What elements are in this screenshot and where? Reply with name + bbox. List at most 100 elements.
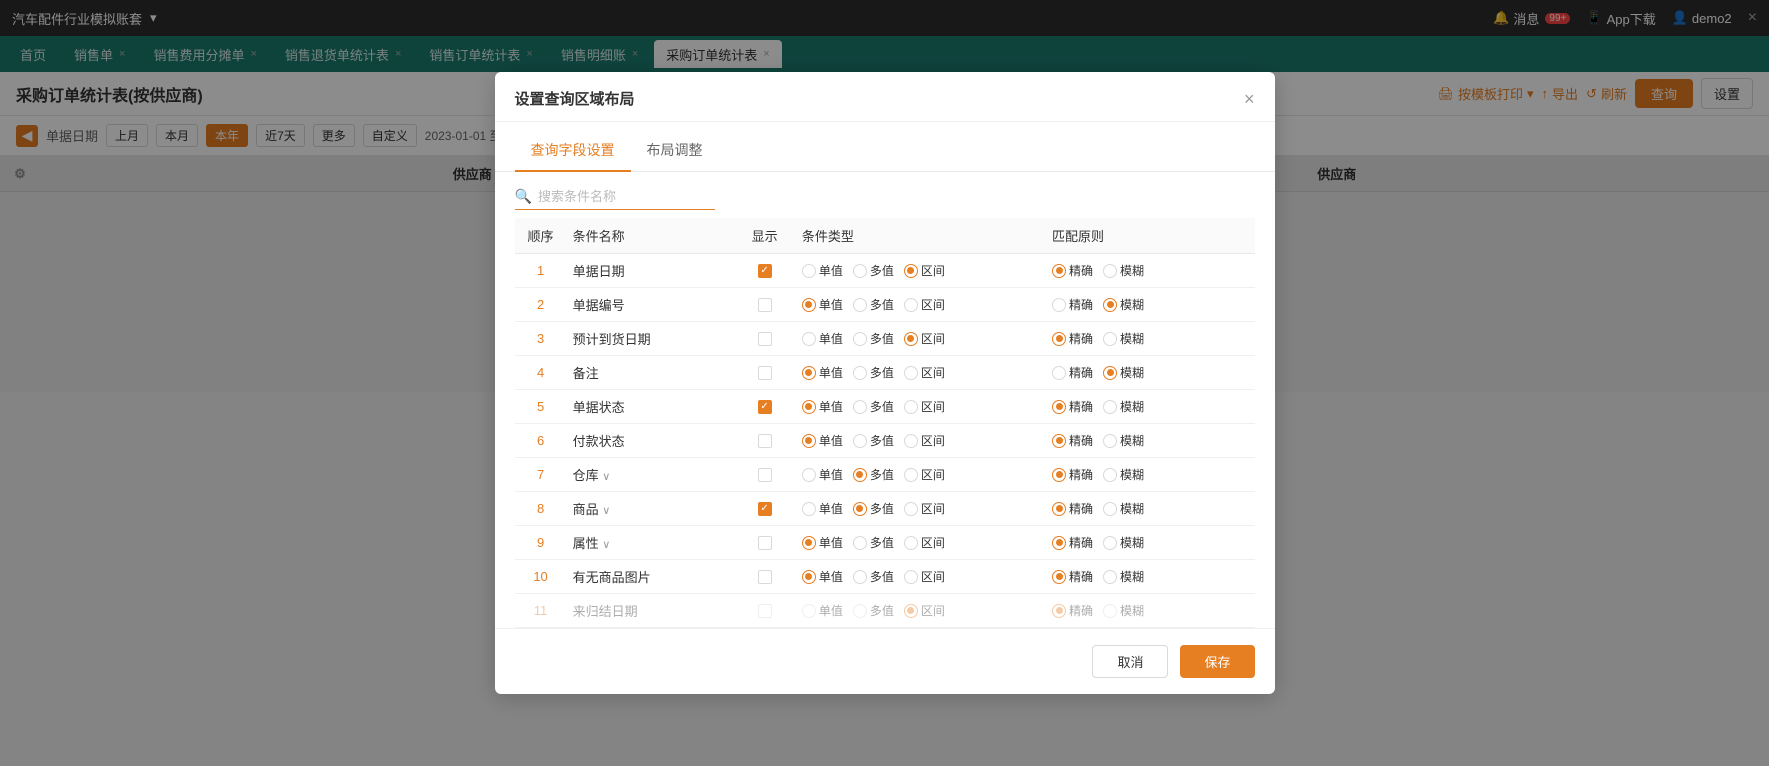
display-checkbox[interactable] <box>739 468 790 482</box>
match-rule-radio-精确[interactable]: 精确 <box>1052 398 1093 415</box>
match-rule-radio-模糊[interactable]: 模糊 <box>1103 398 1144 415</box>
cond-type-radio-区间[interactable]: 区间 <box>904 602 945 619</box>
tab-query-field[interactable]: 查询字段设置 <box>515 134 631 172</box>
table-row: 1单据日期单值多值区间精确模糊 <box>515 254 1255 288</box>
display-checkbox[interactable] <box>739 298 790 312</box>
cond-type-radio-单值[interactable]: 单值 <box>802 500 843 517</box>
cond-type-radio-多值[interactable]: 多值 <box>853 364 894 381</box>
row-display[interactable] <box>733 322 796 356</box>
display-checkbox[interactable] <box>739 502 790 516</box>
cond-type-radio-多值[interactable]: 多值 <box>853 398 894 415</box>
match-rule-radio-模糊[interactable]: 模糊 <box>1103 500 1144 517</box>
display-checkbox[interactable] <box>739 366 790 380</box>
match-rule-radio-精确[interactable]: 精确 <box>1052 500 1093 517</box>
cond-type-radio-区间[interactable]: 区间 <box>904 500 945 517</box>
cond-type-radio-区间[interactable]: 区间 <box>904 534 945 551</box>
cond-type-radio-多值[interactable]: 多值 <box>853 568 894 585</box>
cond-type-radio-区间[interactable]: 区间 <box>904 330 945 347</box>
cancel-button[interactable]: 取消 <box>1092 645 1168 678</box>
table-row: 4备注单值多值区间精确模糊 <box>515 356 1255 390</box>
cond-type-radio-多值[interactable]: 多值 <box>853 602 894 619</box>
table-row: 8商品 ∨单值多值区间精确模糊 <box>515 492 1255 526</box>
match-rule-radio-模糊[interactable]: 模糊 <box>1103 432 1144 449</box>
cond-type-radio-多值[interactable]: 多值 <box>853 330 894 347</box>
row-cond-type: 单值多值区间 <box>796 390 1046 424</box>
row-display[interactable] <box>733 390 796 424</box>
match-rule-radio-精确[interactable]: 精确 <box>1052 330 1093 347</box>
cond-type-radio-单值[interactable]: 单值 <box>802 534 843 551</box>
cond-type-radio-单值[interactable]: 单值 <box>802 466 843 483</box>
match-rule-radio-精确[interactable]: 精确 <box>1052 364 1093 381</box>
modal-title: 设置查询区域布局 <box>515 88 635 109</box>
row-cond-type: 单值多值区间 <box>796 526 1046 560</box>
match-rule-radio-精确[interactable]: 精确 <box>1052 534 1093 551</box>
col-header-match-rule: 匹配原则 <box>1046 218 1254 254</box>
cond-type-radio-单值[interactable]: 单值 <box>802 262 843 279</box>
cond-type-radio-单值[interactable]: 单值 <box>802 398 843 415</box>
display-checkbox[interactable] <box>739 264 790 278</box>
match-rule-radio-模糊[interactable]: 模糊 <box>1103 262 1144 279</box>
match-rule-radio-精确[interactable]: 精确 <box>1052 296 1093 313</box>
settings-modal: 设置查询区域布局 × 查询字段设置 布局调整 🔍 顺序 <box>495 72 1275 694</box>
display-checkbox[interactable] <box>739 604 790 618</box>
cond-type-radio-区间[interactable]: 区间 <box>904 398 945 415</box>
row-name: 商品 ∨ <box>567 492 734 526</box>
match-rule-radio-模糊[interactable]: 模糊 <box>1103 602 1144 619</box>
search-input[interactable] <box>538 189 698 204</box>
display-checkbox[interactable] <box>739 434 790 448</box>
row-cond-type: 单值多值区间 <box>796 594 1046 628</box>
cond-type-radio-区间[interactable]: 区间 <box>904 568 945 585</box>
row-display[interactable] <box>733 356 796 390</box>
cond-type-radio-单值[interactable]: 单值 <box>802 364 843 381</box>
col-header-order: 顺序 <box>515 218 567 254</box>
cond-type-radio-区间[interactable]: 区间 <box>904 432 945 449</box>
row-display[interactable] <box>733 526 796 560</box>
match-rule-radio-精确[interactable]: 精确 <box>1052 466 1093 483</box>
tab-layout-adjust-label: 布局调整 <box>647 142 703 158</box>
row-display[interactable] <box>733 492 796 526</box>
row-display[interactable] <box>733 560 796 594</box>
cond-type-radio-单值[interactable]: 单值 <box>802 330 843 347</box>
tab-layout-adjust[interactable]: 布局调整 <box>631 134 719 172</box>
match-rule-radio-精确[interactable]: 精确 <box>1052 262 1093 279</box>
cond-type-radio-单值[interactable]: 单值 <box>802 568 843 585</box>
cond-type-radio-单值[interactable]: 单值 <box>802 602 843 619</box>
match-rule-radio-模糊[interactable]: 模糊 <box>1103 330 1144 347</box>
row-display[interactable] <box>733 594 796 628</box>
cond-type-radio-多值[interactable]: 多值 <box>853 500 894 517</box>
match-rule-radio-精确[interactable]: 精确 <box>1052 432 1093 449</box>
cond-type-radio-多值[interactable]: 多值 <box>853 466 894 483</box>
match-rule-radio-模糊[interactable]: 模糊 <box>1103 534 1144 551</box>
cond-type-radio-多值[interactable]: 多值 <box>853 262 894 279</box>
match-rule-radio-模糊[interactable]: 模糊 <box>1103 296 1144 313</box>
match-rule-radio-精确[interactable]: 精确 <box>1052 602 1093 619</box>
row-display[interactable] <box>733 458 796 492</box>
cond-type-radio-区间[interactable]: 区间 <box>904 466 945 483</box>
cond-type-radio-多值[interactable]: 多值 <box>853 534 894 551</box>
cond-type-radio-区间[interactable]: 区间 <box>904 296 945 313</box>
row-display[interactable] <box>733 288 796 322</box>
col-header-cond-type: 条件类型 <box>796 218 1046 254</box>
display-checkbox[interactable] <box>739 332 790 346</box>
match-rule-radio-模糊[interactable]: 模糊 <box>1103 568 1144 585</box>
save-button[interactable]: 保存 <box>1180 645 1254 678</box>
row-display[interactable] <box>733 424 796 458</box>
match-rule-radio-精确[interactable]: 精确 <box>1052 568 1093 585</box>
display-checkbox[interactable] <box>739 536 790 550</box>
row-name: 单据编号 <box>567 288 734 322</box>
match-rule-radio-模糊[interactable]: 模糊 <box>1103 466 1144 483</box>
cond-type-radio-多值[interactable]: 多值 <box>853 296 894 313</box>
cond-type-radio-多值[interactable]: 多值 <box>853 432 894 449</box>
cond-type-radio-单值[interactable]: 单值 <box>802 296 843 313</box>
row-cond-type: 单值多值区间 <box>796 322 1046 356</box>
row-display[interactable] <box>733 254 796 288</box>
cond-type-radio-区间[interactable]: 区间 <box>904 262 945 279</box>
modal-close-button[interactable]: × <box>1244 90 1255 108</box>
display-checkbox[interactable] <box>739 570 790 584</box>
row-order: 3 <box>515 322 567 356</box>
cond-type-radio-单值[interactable]: 单值 <box>802 432 843 449</box>
display-checkbox[interactable] <box>739 400 790 414</box>
match-rule-radio-模糊[interactable]: 模糊 <box>1103 364 1144 381</box>
row-order: 5 <box>515 390 567 424</box>
cond-type-radio-区间[interactable]: 区间 <box>904 364 945 381</box>
